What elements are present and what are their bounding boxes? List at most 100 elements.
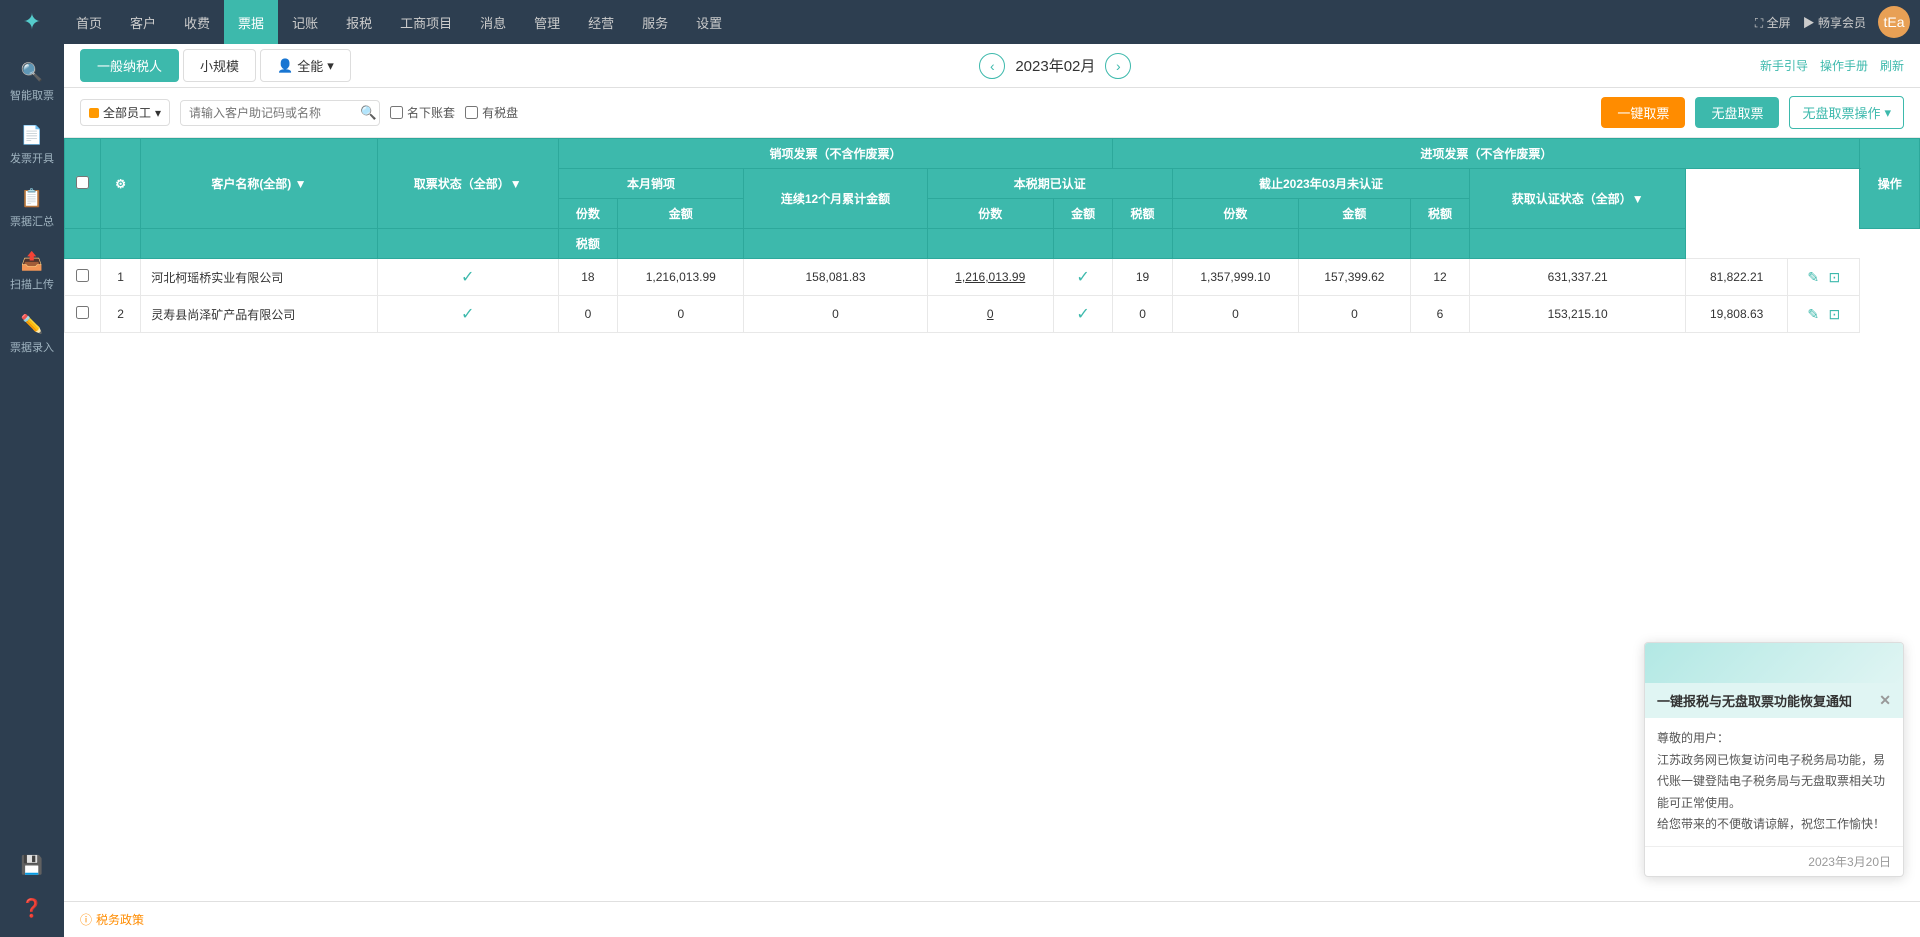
one-click-fetch-btn[interactable]: 一键取票 [1601, 97, 1685, 128]
tax-policy-link[interactable]: 税务政策 [96, 911, 144, 928]
row-checkbox[interactable] [76, 306, 89, 319]
nav-home[interactable]: 首页 [62, 0, 116, 44]
member-btn[interactable]: ▶ 畅享会员 [1803, 14, 1866, 31]
checkbox-tax-disk-input[interactable] [465, 106, 478, 119]
prev-month-btn[interactable]: ‹ [979, 53, 1005, 79]
row-cert-amount: 0 [1172, 296, 1298, 333]
top-nav: ✦ 首页 客户 收费 票据 记账 报税 工商项目 消息 管理 经营 服务 设置 … [0, 0, 1920, 44]
th-uncert-count: 份数 [1172, 199, 1298, 229]
th-company: 客户名称(全部) ▼ [141, 139, 377, 229]
sidebar-label-invoice-summary: 票据汇总 [10, 213, 54, 229]
nav-invoice[interactable]: 票据 [224, 0, 278, 44]
table-row: 1 河北柯瑶桥实业有限公司 ✓ 18 1,216,013.99 158,081.… [65, 259, 1920, 296]
row-fetch-status: ✓ [377, 296, 558, 333]
main-layout: 🔍 智能取票 📄 发票开具 📋 票据汇总 📤 扫描上传 ✏️ 票据录入 💾 ❓ [0, 44, 1920, 937]
employee-chevron-icon: ▾ [155, 106, 161, 120]
th-sales-amount: 金额 [618, 199, 744, 229]
no-disk-ops-btn[interactable]: 无盘取票操作 ▾ [1789, 96, 1904, 129]
nav-settings[interactable]: 设置 [682, 0, 736, 44]
sidebar-item-save[interactable]: 💾 [4, 847, 60, 884]
sidebar-item-invoice-open[interactable]: 📄 发票开具 [4, 117, 60, 174]
row-cert-status: ✓ [1053, 259, 1112, 296]
popup-close-btn[interactable]: ✕ [1879, 692, 1891, 709]
content-area: 一般纳税人 小规模 👤 全能 ▾ ‹ 2023年02月 › 新手引导 操作手册 … [64, 44, 1920, 937]
next-month-btn[interactable]: › [1105, 53, 1131, 79]
table-container: ⚙ 客户名称(全部) ▼ 取票状态（全部）▼ 销项发票（不含作废票） 进项发票（… [64, 138, 1920, 901]
notification-popup: 一键报税与无盘取票功能恢复通知 ✕ 尊敬的用户：江苏政务网已恢复访问电子税务局功… [1644, 642, 1904, 877]
all-tab-icon: 👤 [277, 58, 293, 74]
tax-policy-icon: ⓘ [80, 911, 92, 928]
month-nav: ‹ 2023年02月 › [979, 53, 1131, 79]
popup-footer: 2023年3月20日 [1645, 846, 1903, 876]
nav-customer[interactable]: 客户 [116, 0, 170, 44]
popup-title: 一键报税与无盘取票功能恢复通知 [1657, 691, 1852, 710]
nav-operation[interactable]: 经营 [574, 0, 628, 44]
refresh-btn[interactable]: 刷新 [1880, 57, 1904, 74]
sidebar-item-scan-upload[interactable]: 📤 扫描上传 [4, 243, 60, 300]
row-actions: ✎ ⊡ [1788, 259, 1860, 296]
checkbox-account-input[interactable] [390, 106, 403, 119]
sidebar-item-invoice-entry[interactable]: ✏️ 票据录入 [4, 306, 60, 363]
avatar[interactable]: tEa [1878, 6, 1910, 38]
popup-body: 尊敬的用户：江苏政务网已恢复访问电子税务局功能，易代账一键登陆电子税务局与无盘取… [1645, 718, 1903, 846]
no-disk-fetch-btn[interactable]: 无盘取票 [1695, 97, 1779, 128]
invoice-open-icon: 📄 [21, 125, 43, 146]
row-cert-tax: 157,399.62 [1299, 259, 1411, 296]
sidebar-label-scan-upload: 扫描上传 [10, 276, 54, 292]
copy-icon[interactable]: ⊡ [1828, 306, 1840, 322]
nav-bookkeeping[interactable]: 记账 [278, 0, 332, 44]
edit-icon[interactable]: ✎ [1807, 269, 1819, 285]
row-sales-tax: 158,081.83 [744, 259, 927, 296]
app-logo: ✦ [10, 0, 54, 44]
copy-icon[interactable]: ⊡ [1828, 269, 1840, 285]
search-input[interactable] [181, 102, 352, 124]
row-actions: ✎ ⊡ [1788, 296, 1860, 333]
nav-message[interactable]: 消息 [466, 0, 520, 44]
th-certified: 本税期已认证 [927, 169, 1172, 199]
th-monthly-sales: 本月销项 [558, 169, 744, 199]
th-blank-13 [1470, 229, 1686, 259]
sidebar-item-smart-fetch[interactable]: 🔍 智能取票 [4, 54, 60, 111]
checkbox-tax-disk[interactable]: 有税盘 [465, 104, 518, 121]
search-button[interactable]: 🔍 [352, 101, 380, 125]
nav-business[interactable]: 工商项目 [386, 0, 466, 44]
select-all-checkbox[interactable] [76, 176, 89, 189]
sidebar-item-invoice-summary[interactable]: 📋 票据汇总 [4, 180, 60, 237]
edit-icon[interactable]: ✎ [1807, 306, 1819, 322]
employee-selector[interactable]: 全部员工 ▾ [80, 99, 170, 126]
ops-chevron-icon: ▾ [1884, 105, 1891, 121]
bottom-bar: ⓘ 税务政策 [64, 901, 1920, 937]
fullscreen-btn[interactable]: ⛶ 全屏 [1755, 14, 1791, 31]
row-sales-count: 18 [558, 259, 617, 296]
tab-general-taxpayer[interactable]: 一般纳税人 [80, 49, 179, 82]
row-uncert-amount: 631,337.21 [1470, 259, 1686, 296]
row-checkbox[interactable] [76, 269, 89, 282]
row-sales-amount: 1,216,013.99 [618, 259, 744, 296]
row-index: 1 [101, 259, 141, 296]
row-cert-tax: 0 [1299, 296, 1411, 333]
sidebar-label-invoice-open: 发票开具 [10, 150, 54, 166]
nav-service[interactable]: 服务 [628, 0, 682, 44]
new-user-guide-btn[interactable]: 新手引导 [1760, 57, 1808, 74]
th-blank-7 [927, 229, 1053, 259]
manual-btn[interactable]: 操作手册 [1820, 57, 1868, 74]
sidebar-label-invoice-entry: 票据录入 [10, 339, 54, 355]
tab-all[interactable]: 👤 全能 ▾ [260, 49, 351, 82]
toolbar: 全部员工 ▾ 🔍 名下账套 有税盘 一键取票 无盘取票 无盘取票操作 ▾ [64, 88, 1920, 138]
checkbox-account[interactable]: 名下账套 [390, 104, 455, 121]
chevron-down-icon: ▾ [327, 58, 334, 74]
row-cert-status: ✓ [1053, 296, 1112, 333]
row-sales-amount: 0 [618, 296, 744, 333]
nav-manage[interactable]: 管理 [520, 0, 574, 44]
nav-billing[interactable]: 收费 [170, 0, 224, 44]
sidebar-item-help[interactable]: ❓ [4, 890, 60, 927]
th-cert-tax: 税额 [1113, 199, 1172, 229]
th-settings: ⚙ [101, 139, 141, 229]
tab-small-scale[interactable]: 小规模 [183, 49, 256, 82]
search-wrap: 🔍 [180, 100, 380, 126]
help-icon: ❓ [21, 898, 43, 919]
nav-tax[interactable]: 报税 [332, 0, 386, 44]
right-actions-bar: 新手引导 操作手册 刷新 [1760, 57, 1904, 74]
row-checkbox-cell [65, 296, 101, 333]
row-company: 河北柯瑶桥实业有限公司 [141, 259, 377, 296]
